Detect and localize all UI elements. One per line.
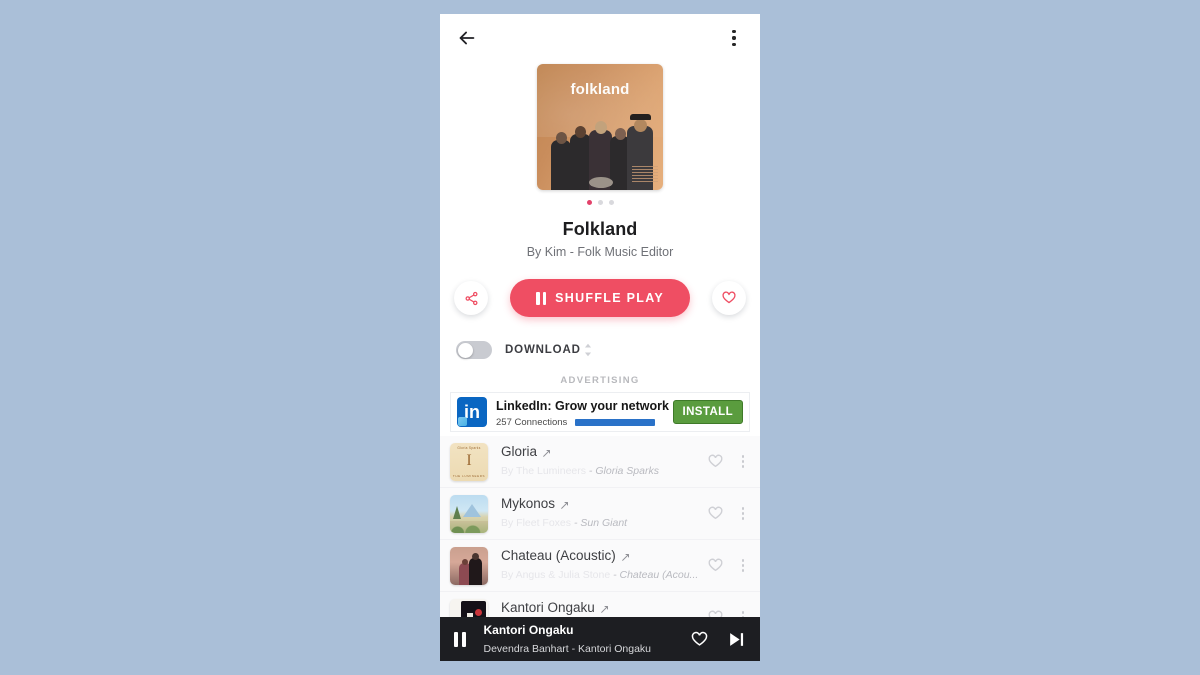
back-arrow-icon[interactable] — [456, 27, 478, 49]
track-meta: Gloria By The Lumineers - Gloria Sparks — [501, 444, 707, 478]
advertising-label: ADVERTISING — [560, 375, 640, 386]
track-name-row: Kantori Ongaku — [501, 600, 707, 616]
track-heart-icon[interactable] — [707, 557, 724, 574]
track-name-row: Mykonos — [501, 496, 707, 512]
share-icon — [465, 291, 477, 305]
top-app-bar — [440, 14, 760, 62]
track-artist: By Angus & Julia Stone — [501, 568, 611, 581]
ad-banner[interactable]: in LinkedIn: Grow your network 257 Conne… — [450, 392, 750, 432]
linkedin-logo-icon: in — [457, 397, 487, 427]
download-toggle[interactable] — [456, 341, 492, 359]
shuffle-play-button[interactable]: SHUFFLE PLAY — [509, 279, 691, 317]
ad-subrow: 257 Connections — [496, 417, 667, 428]
table-row[interactable]: Gloria Sparks I THE LUMINEERS Gloria By … — [440, 436, 760, 488]
playlist-actions: SHUFFLE PLAY — [440, 267, 760, 329]
playlist-title: Folkland — [562, 219, 638, 239]
now-playing-pause-button[interactable] — [454, 631, 466, 647]
sort-button[interactable] — [581, 341, 595, 359]
playlist-subtitle: By Kim - Folk Music Editor — [526, 245, 674, 259]
track-thumbnail — [450, 494, 488, 533]
thumb-art-shape — [450, 520, 488, 533]
track-subtitle: By The Lumineers - Gloria Sparks — [501, 465, 659, 477]
track-artist: By Fleet Foxes — [501, 516, 572, 529]
track-menu-icon[interactable] — [736, 558, 750, 573]
now-playing-title: Kantori Ongaku — [483, 623, 574, 637]
ad-install-button[interactable]: INSTALL — [672, 400, 743, 424]
now-playing-meta: Kantori Ongaku Devendra Banhart - Kantor… — [484, 621, 691, 657]
download-row: DOWNLOAD — [440, 333, 760, 367]
overflow-menu-icon[interactable] — [724, 28, 744, 48]
carousel-dot-2[interactable] — [597, 200, 603, 205]
thumb-top-text: Gloria Sparks — [457, 445, 481, 450]
track-artist: By The Lumineers — [501, 464, 587, 477]
carousel-dot-3[interactable] — [608, 200, 614, 205]
download-label: DOWNLOAD — [505, 344, 581, 356]
track-menu-icon[interactable] — [736, 506, 750, 521]
thumb-art-shape — [463, 503, 481, 517]
track-heart-icon[interactable] — [707, 453, 724, 470]
screen: folkland Folkland By Kim - Folk Music Ed… — [0, 0, 1200, 675]
heart-icon — [722, 291, 736, 304]
track-menu-icon[interactable] — [736, 454, 750, 469]
pause-icon — [535, 291, 547, 305]
track-heart-icon[interactable] — [707, 505, 724, 522]
track-sep: - — [610, 568, 620, 581]
track-meta: Mykonos By Fleet Foxes - Sun Giant — [501, 496, 707, 530]
thumb-monogram: I — [466, 451, 472, 469]
cover-art-carousel[interactable]: folkland — [440, 64, 760, 190]
track-name-row: Chateau (Acoustic) — [501, 548, 707, 564]
thumb-art-shape — [469, 557, 482, 585]
thumb-art-shape — [462, 558, 468, 565]
mic-arrow-icon — [543, 449, 551, 457]
ad-title: LinkedIn: Grow your network — [496, 398, 669, 413]
track-album: Sun Giant — [580, 516, 628, 529]
carousel-dots[interactable] — [440, 200, 760, 205]
cover-title: folkland — [570, 81, 630, 98]
thumb-art-shape — [453, 505, 461, 519]
cover-texture — [632, 166, 658, 182]
favorite-playlist-button[interactable] — [712, 281, 746, 315]
track-subtitle: By Angus & Julia Stone - Chateau (Acou..… — [501, 569, 698, 581]
track-album: Chateau (Acou... — [619, 568, 699, 581]
track-thumbnail — [450, 546, 488, 585]
skip-next-icon[interactable] — [727, 630, 746, 649]
track-subtitle: By Fleet Foxes - Sun Giant — [501, 517, 627, 529]
mic-arrow-icon — [561, 501, 569, 509]
track-name-row: Gloria — [501, 444, 707, 460]
track-sep: - — [571, 516, 581, 529]
track-thumbnail: Gloria Sparks I THE LUMINEERS — [450, 442, 488, 481]
thumb-art-shape — [472, 552, 479, 560]
ad-text: LinkedIn: Grow your network 257 Connecti… — [496, 397, 669, 428]
share-button[interactable] — [454, 281, 488, 315]
thumb-bottom-text: THE LUMINEERS — [452, 473, 486, 478]
table-row[interactable]: Mykonos By Fleet Foxes - Sun Giant — [440, 488, 760, 540]
toggle-knob — [457, 342, 473, 358]
mic-arrow-icon — [600, 605, 608, 613]
track-title: Chateau (Acoustic) — [501, 548, 616, 564]
track-title: Gloria — [501, 444, 538, 460]
ad-progress-bar — [575, 418, 656, 426]
logo-corner — [458, 417, 467, 426]
sort-updown-icon — [584, 343, 591, 357]
carousel-dot-1[interactable] — [586, 200, 592, 205]
track-title: Mykonos — [501, 496, 556, 512]
now-playing-bar[interactable]: Kantori Ongaku Devendra Banhart - Kantor… — [440, 617, 760, 661]
phone-viewport: folkland Folkland By Kim - Folk Music Ed… — [440, 14, 760, 661]
track-list: Gloria Sparks I THE LUMINEERS Gloria By … — [440, 436, 760, 644]
track-title: Kantori Ongaku — [501, 600, 595, 616]
album-cover[interactable]: folkland — [537, 64, 663, 190]
table-row[interactable]: Chateau (Acoustic) By Angus & Julia Ston… — [440, 540, 760, 592]
shuffle-play-label: SHUFFLE PLAY — [555, 291, 665, 305]
ad-subtitle: 257 Connections — [496, 416, 568, 428]
track-sep: - — [586, 464, 596, 477]
thumb-art-shape — [475, 608, 482, 616]
track-album: Gloria Sparks — [595, 464, 659, 477]
now-playing-heart-icon[interactable] — [690, 630, 709, 649]
track-meta: Chateau (Acoustic) By Angus & Julia Ston… — [501, 548, 707, 582]
mic-arrow-icon — [621, 553, 629, 561]
now-playing-subtitle: Devendra Banhart - Kantori Ongaku — [483, 643, 652, 655]
